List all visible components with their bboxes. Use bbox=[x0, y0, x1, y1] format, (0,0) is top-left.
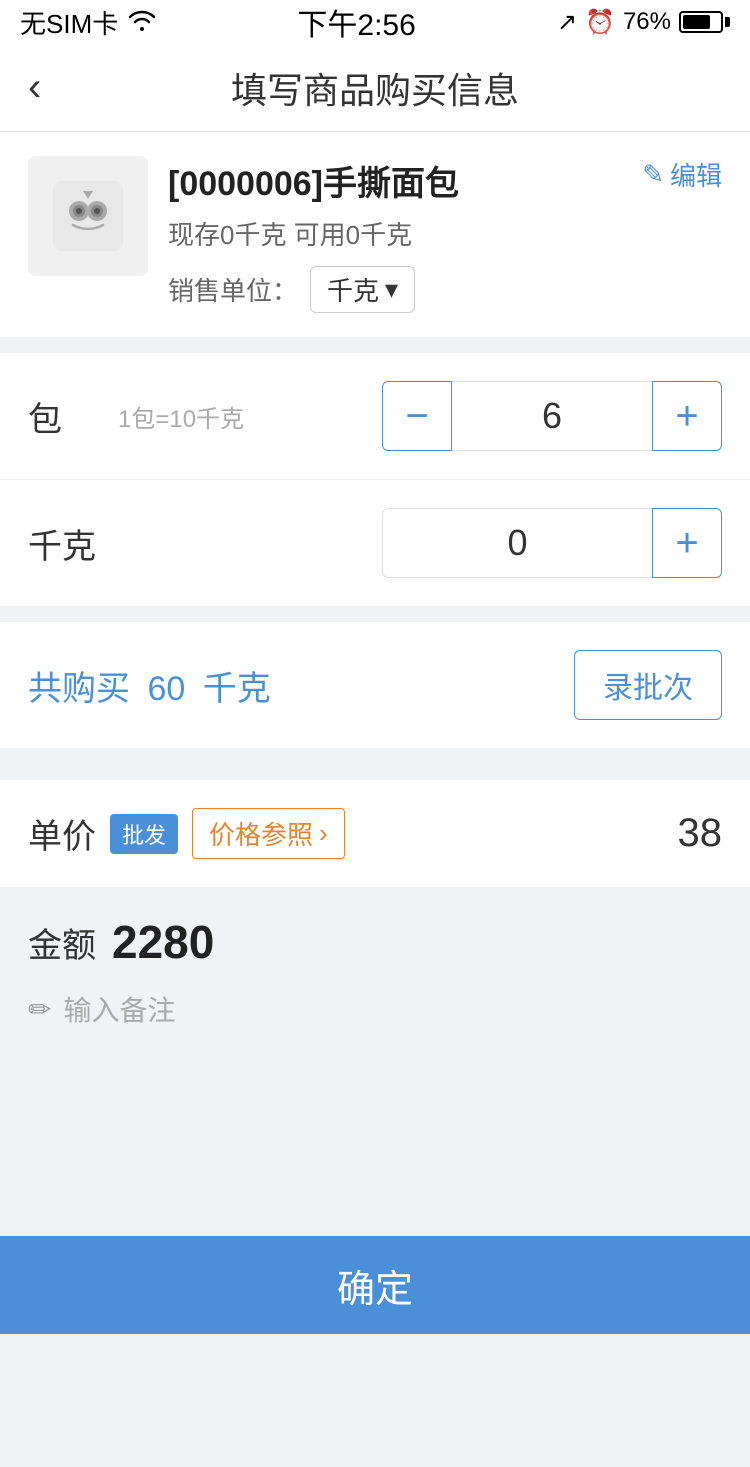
status-time: 下午2:56 bbox=[297, 0, 415, 44]
edit-button[interactable]: ✎ 编辑 bbox=[642, 156, 722, 193]
product-name: [0000006]手撕面包 bbox=[168, 156, 459, 205]
edit-label: 编辑 bbox=[670, 156, 722, 193]
pack-quantity-row: 包 1包=10千克 − + bbox=[0, 353, 750, 480]
price-label: 单价 bbox=[28, 809, 96, 858]
status-left: 无SIM卡 bbox=[20, 4, 156, 41]
pack-input[interactable] bbox=[452, 381, 652, 451]
kg-quantity-row: 千克 + bbox=[0, 480, 750, 606]
confirm-button[interactable]: 确定 bbox=[0, 1236, 750, 1334]
back-button[interactable]: ‹ bbox=[28, 65, 41, 110]
bottom-spacer bbox=[0, 1369, 750, 1467]
pack-controls: − + bbox=[382, 381, 722, 451]
kg-label: 千克 bbox=[28, 519, 108, 568]
nav-bar: ‹ 填写商品购买信息 bbox=[0, 44, 750, 132]
alarm-icon: ⏰ bbox=[585, 8, 615, 37]
note-placeholder: 输入备注 bbox=[63, 989, 175, 1029]
price-section: 单价 批发 价格参照 › 38 bbox=[0, 780, 750, 887]
pencil-icon: ✏ bbox=[28, 993, 51, 1026]
wifi-icon bbox=[128, 7, 156, 38]
unit-value: 千克 bbox=[327, 271, 379, 308]
amount-label: 金额 bbox=[28, 918, 96, 967]
battery-percent: 76% bbox=[623, 8, 671, 36]
total-text: 共购买 60 千克 bbox=[28, 661, 271, 710]
amount-section: 金额 2280 ✏ 输入备注 bbox=[0, 887, 750, 1069]
battery-icon bbox=[679, 11, 730, 33]
note-row[interactable]: ✏ 输入备注 bbox=[28, 989, 722, 1049]
amount-row: 金额 2280 bbox=[28, 915, 722, 969]
kg-controls: + bbox=[382, 508, 722, 578]
product-unit-row: 销售单位： 千克 ▾ bbox=[168, 266, 722, 313]
kg-input[interactable] bbox=[382, 508, 652, 578]
page-title: 填写商品购买信息 bbox=[231, 62, 519, 114]
chevron-right-icon: › bbox=[319, 818, 328, 849]
price-badge: 批发 bbox=[110, 814, 178, 854]
total-row: 共购买 60 千克 录批次 bbox=[0, 622, 750, 748]
pack-minus-button[interactable]: − bbox=[382, 381, 452, 451]
price-ref-label: 价格参照 bbox=[209, 815, 313, 852]
quantity-section: 包 1包=10千克 − + 千克 + bbox=[0, 353, 750, 606]
edit-icon: ✎ bbox=[642, 159, 664, 190]
product-thumbnail bbox=[28, 156, 148, 276]
price-ref-button[interactable]: 价格参照 › bbox=[192, 808, 345, 859]
chevron-down-icon: ▾ bbox=[385, 274, 398, 305]
price-left: 单价 批发 价格参照 › bbox=[28, 808, 345, 859]
product-stock: 现存0千克 可用0千克 bbox=[168, 215, 722, 252]
product-card: [0000006]手撕面包 ✎ 编辑 现存0千克 可用0千克 销售单位： 千克 … bbox=[0, 132, 750, 337]
status-right: ↗ ⏰ 76% bbox=[557, 8, 730, 37]
price-value: 38 bbox=[678, 811, 723, 856]
unit-label: 销售单位： bbox=[168, 271, 298, 308]
pack-label: 包 bbox=[28, 392, 108, 441]
location-icon: ↗ bbox=[557, 8, 577, 37]
pack-hint: 1包=10千克 bbox=[118, 399, 382, 434]
unit-select[interactable]: 千克 ▾ bbox=[310, 266, 415, 313]
total-amount: 60 bbox=[147, 670, 185, 708]
price-row: 单价 批发 价格参照 › 38 bbox=[28, 808, 722, 859]
carrier-text: 无SIM卡 bbox=[20, 4, 118, 41]
batch-button[interactable]: 录批次 bbox=[574, 650, 722, 720]
status-bar: 无SIM卡 下午2:56 ↗ ⏰ 76% bbox=[0, 0, 750, 44]
product-info: [0000006]手撕面包 ✎ 编辑 现存0千克 可用0千克 销售单位： 千克 … bbox=[168, 156, 722, 313]
pack-plus-button[interactable]: + bbox=[652, 381, 722, 451]
amount-value: 2280 bbox=[112, 915, 214, 969]
separator bbox=[0, 764, 750, 780]
kg-plus-button[interactable]: + bbox=[652, 508, 722, 578]
